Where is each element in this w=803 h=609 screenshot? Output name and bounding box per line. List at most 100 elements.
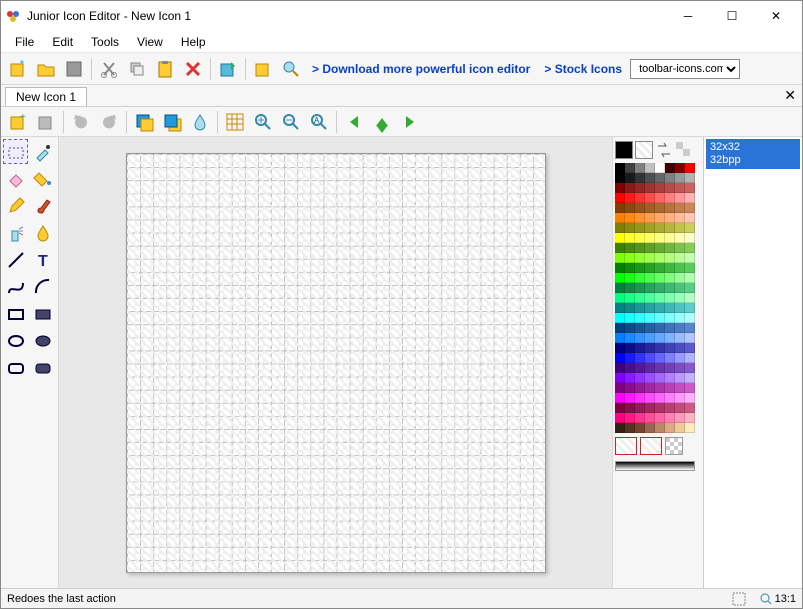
zoom-indicator[interactable]: 13:1: [760, 593, 796, 605]
palette-color[interactable]: [675, 363, 685, 373]
palette-color[interactable]: [655, 173, 665, 183]
palette-color[interactable]: [655, 183, 665, 193]
palette-color[interactable]: [685, 303, 695, 313]
palette-color[interactable]: [685, 223, 695, 233]
palette-color[interactable]: [665, 243, 675, 253]
palette-color[interactable]: [645, 413, 655, 423]
palette-color[interactable]: [645, 233, 655, 243]
palette-color[interactable]: [625, 333, 635, 343]
palette-color[interactable]: [615, 383, 625, 393]
palette-color[interactable]: [675, 233, 685, 243]
undo-button[interactable]: [68, 109, 94, 135]
spray-tool[interactable]: [3, 220, 28, 245]
palette-color[interactable]: [645, 163, 655, 173]
palette-color[interactable]: [615, 233, 625, 243]
palette-color[interactable]: [675, 343, 685, 353]
palette-color[interactable]: [625, 393, 635, 403]
pencil-tool[interactable]: [3, 193, 28, 218]
palette-color[interactable]: [685, 393, 695, 403]
selected-color-1[interactable]: [615, 437, 637, 455]
palette-color[interactable]: [615, 243, 625, 253]
palette-color[interactable]: [665, 213, 675, 223]
menu-view[interactable]: View: [129, 33, 171, 51]
palette-color[interactable]: [615, 343, 625, 353]
line-tool[interactable]: [3, 247, 28, 272]
palette-color[interactable]: [645, 243, 655, 253]
palette-color[interactable]: [645, 423, 655, 433]
text-tool[interactable]: T: [30, 247, 55, 272]
palette-color[interactable]: [685, 283, 695, 293]
palette-color[interactable]: [645, 353, 655, 363]
open-button[interactable]: [33, 56, 59, 82]
new-icon-button[interactable]: [5, 56, 31, 82]
palette-color[interactable]: [685, 213, 695, 223]
palette-color[interactable]: [635, 283, 645, 293]
palette-color[interactable]: [685, 173, 695, 183]
stock-icons-link[interactable]: > Stock Icons: [538, 62, 628, 76]
palette-color[interactable]: [655, 333, 665, 343]
palette-color[interactable]: [635, 323, 645, 333]
palette-color[interactable]: [635, 253, 645, 263]
palette-color[interactable]: [645, 373, 655, 383]
palette-color[interactable]: [685, 253, 695, 263]
palette-color[interactable]: [665, 233, 675, 243]
palette-color[interactable]: [625, 383, 635, 393]
palette-color[interactable]: [635, 373, 645, 383]
filled-ellipse-tool[interactable]: [30, 328, 55, 353]
palette-color[interactable]: [625, 293, 635, 303]
palette-color[interactable]: [635, 393, 645, 403]
palette-color[interactable]: [615, 313, 625, 323]
palette-color[interactable]: [685, 193, 695, 203]
palette-color[interactable]: [635, 313, 645, 323]
palette-color[interactable]: [665, 173, 675, 183]
palette-color[interactable]: [635, 263, 645, 273]
palette-color[interactable]: [615, 373, 625, 383]
palette-color[interactable]: [615, 323, 625, 333]
zoom-out-button[interactable]: [278, 109, 304, 135]
palette-color[interactable]: [655, 313, 665, 323]
palette-color[interactable]: [685, 203, 695, 213]
palette-color[interactable]: [665, 393, 675, 403]
delete-button[interactable]: [180, 56, 206, 82]
palette-color[interactable]: [625, 323, 635, 333]
palette-color[interactable]: [625, 223, 635, 233]
palette-color[interactable]: [625, 373, 635, 383]
swap-colors-button[interactable]: [655, 141, 673, 159]
ellipse-tool[interactable]: [3, 328, 28, 353]
save-button[interactable]: [61, 56, 87, 82]
format-item[interactable]: 32x32 32bpp: [706, 139, 800, 169]
palette-color[interactable]: [635, 243, 645, 253]
palette-color[interactable]: [645, 213, 655, 223]
filled-rect-tool[interactable]: [30, 301, 55, 326]
palette-color[interactable]: [635, 403, 645, 413]
select-tool[interactable]: [3, 139, 28, 164]
palette-color[interactable]: [625, 313, 635, 323]
filled-rounded-rect-tool[interactable]: [30, 355, 55, 380]
palette-color[interactable]: [685, 163, 695, 173]
eraser-tool[interactable]: [3, 166, 28, 191]
palette-color[interactable]: [675, 223, 685, 233]
palette-color[interactable]: [615, 413, 625, 423]
palette-color[interactable]: [625, 183, 635, 193]
palette-color[interactable]: [675, 243, 685, 253]
layer-back-button[interactable]: [159, 109, 185, 135]
palette-color[interactable]: [635, 343, 645, 353]
palette-color[interactable]: [625, 413, 635, 423]
palette-color[interactable]: [615, 353, 625, 363]
palette-color[interactable]: [615, 213, 625, 223]
palette-color[interactable]: [615, 293, 625, 303]
palette-color[interactable]: [615, 403, 625, 413]
palette-color[interactable]: [675, 293, 685, 303]
search-web-button[interactable]: [278, 56, 304, 82]
palette-color[interactable]: [685, 233, 695, 243]
palette-color[interactable]: [655, 233, 665, 243]
cut-button[interactable]: [96, 56, 122, 82]
close-button[interactable]: ✕: [754, 2, 798, 30]
import-button[interactable]: [215, 56, 241, 82]
palette-color[interactable]: [685, 403, 695, 413]
palette-color[interactable]: [615, 163, 625, 173]
palette-color[interactable]: [675, 303, 685, 313]
palette-color[interactable]: [685, 423, 695, 433]
eyedropper-tool[interactable]: [30, 139, 55, 164]
palette-color[interactable]: [615, 333, 625, 343]
